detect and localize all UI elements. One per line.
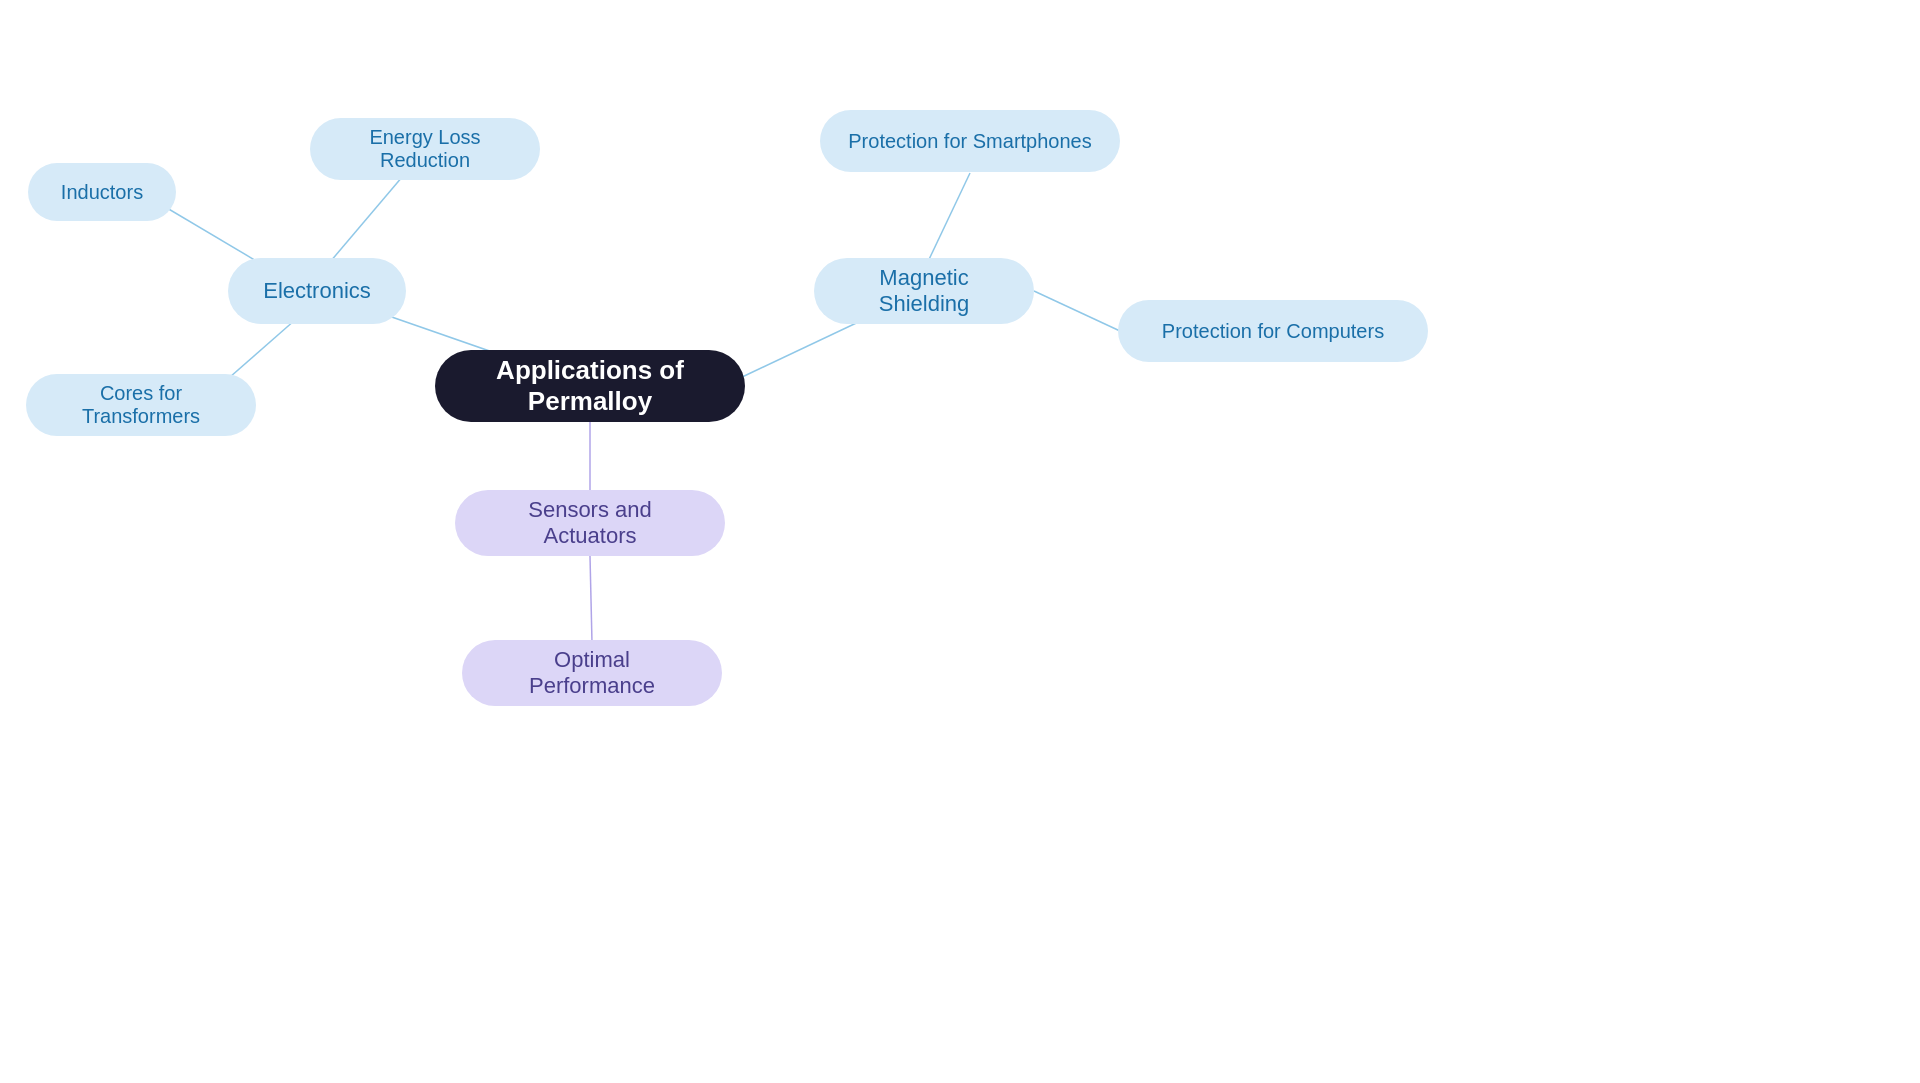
sensors-node: Sensors and Actuators — [455, 490, 725, 556]
smartphones-node: Protection for Smartphones — [820, 110, 1120, 172]
electronics-node: Electronics — [228, 258, 406, 324]
inductors-node: Inductors — [28, 163, 176, 221]
optimal-node: Optimal Performance — [462, 640, 722, 706]
svg-line-6 — [1034, 291, 1120, 331]
energy-node: Energy Loss Reduction — [310, 118, 540, 180]
computers-node: Protection for Computers — [1118, 300, 1428, 362]
center-node: Applications of Permalloy — [435, 350, 745, 422]
svg-line-5 — [924, 173, 970, 270]
svg-line-8 — [590, 556, 592, 643]
magnetic-node: Magnetic Shielding — [814, 258, 1034, 324]
cores-node: Cores for Transformers — [26, 374, 256, 436]
